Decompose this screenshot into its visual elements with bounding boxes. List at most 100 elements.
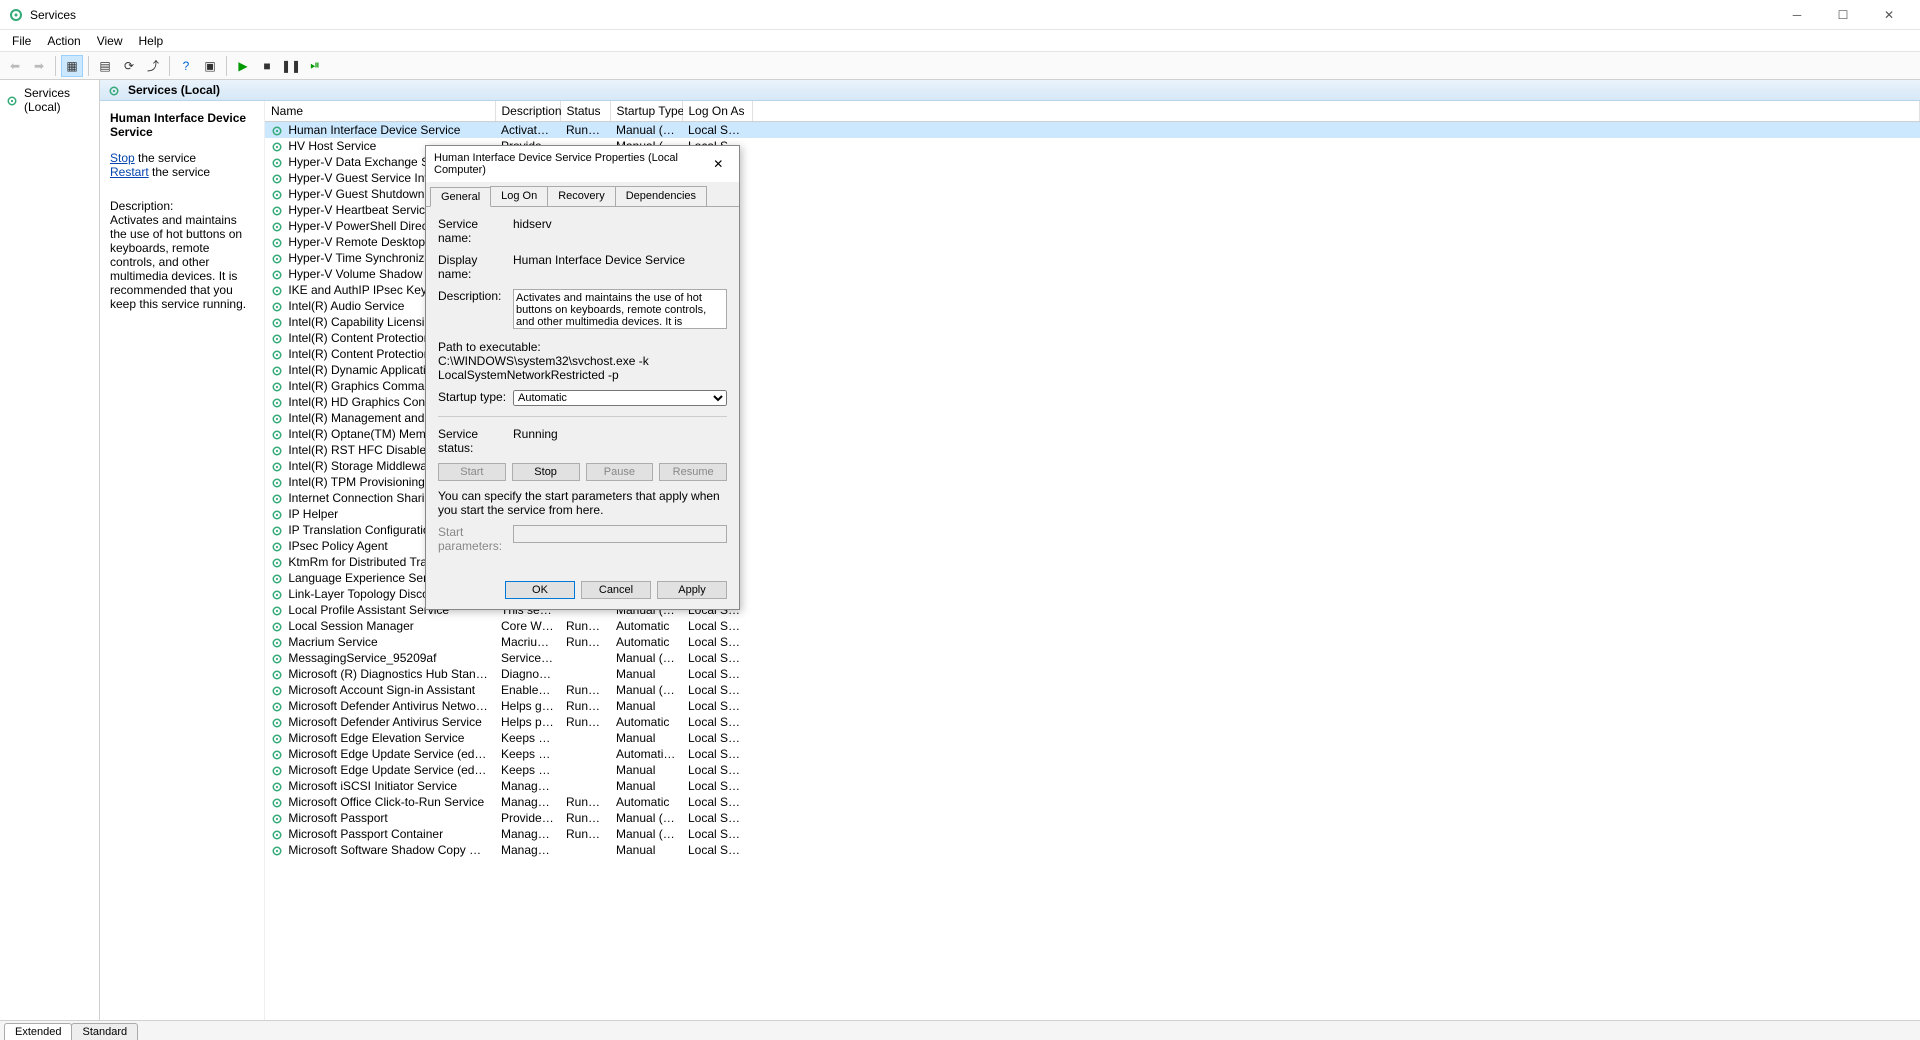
ok-button[interactable]: OK — [505, 581, 575, 599]
gear-icon — [271, 651, 285, 665]
table-row[interactable]: Microsoft Software Shadow Copy ProviderM… — [265, 842, 1920, 858]
menu-file[interactable]: File — [4, 32, 39, 50]
startup-type-label: Startup type: — [438, 390, 513, 404]
cancel-button[interactable]: Cancel — [581, 581, 651, 599]
table-row[interactable]: MessagingService_95209afService sup...Ma… — [265, 650, 1920, 666]
pause-service-button[interactable]: ❚❚ — [280, 55, 302, 77]
startup-type-select[interactable]: Automatic — [513, 390, 727, 406]
tab-extended[interactable]: Extended — [4, 1023, 72, 1040]
col-name[interactable]: Name — [265, 101, 495, 122]
stop-link[interactable]: Stop — [110, 151, 135, 165]
tab-logon[interactable]: Log On — [490, 186, 548, 206]
properties-dialog: Human Interface Device Service Propertie… — [425, 145, 740, 610]
action-button[interactable]: ▣ — [199, 55, 221, 77]
service-name-value: hidserv — [513, 217, 727, 231]
gear-icon — [271, 139, 285, 153]
col-logon[interactable]: Log On As — [682, 101, 752, 122]
col-status[interactable]: Status — [560, 101, 610, 122]
start-service-button[interactable]: ▶ — [232, 55, 254, 77]
gear-icon — [271, 331, 285, 345]
gear-icon — [271, 747, 285, 761]
dialog-title: Human Interface Device Service Propertie… — [434, 152, 706, 176]
tab-general[interactable]: General — [430, 187, 491, 207]
refresh-button[interactable]: ⟳ — [118, 55, 140, 77]
stop-button[interactable]: Stop — [512, 463, 580, 481]
gear-icon — [271, 571, 285, 585]
table-row[interactable]: Microsoft Defender Antivirus Network Ins… — [265, 698, 1920, 714]
gear-icon — [271, 843, 285, 857]
gear-icon — [271, 123, 285, 137]
view-tabs: Extended Standard — [0, 1020, 1920, 1040]
forward-button[interactable]: ➡ — [28, 55, 50, 77]
gear-icon — [271, 219, 285, 233]
gear-icon — [271, 283, 285, 297]
minimize-button[interactable]: ─ — [1774, 0, 1820, 30]
tab-recovery[interactable]: Recovery — [547, 186, 615, 206]
detail-title: Services (Local) — [128, 83, 220, 97]
col-startup[interactable]: Startup Type — [610, 101, 682, 122]
menu-view[interactable]: View — [89, 32, 131, 50]
menu-help[interactable]: Help — [131, 32, 172, 50]
tree-item-label: Services (Local) — [24, 86, 93, 114]
start-button: Start — [438, 463, 506, 481]
pause-button: Pause — [586, 463, 654, 481]
table-row[interactable]: Microsoft Edge Update Service (edgeupdat… — [265, 762, 1920, 778]
gear-icon — [271, 523, 285, 537]
table-row[interactable]: Microsoft Office Click-to-Run ServiceMan… — [265, 794, 1920, 810]
gear-icon — [271, 475, 285, 489]
gear-icon — [271, 507, 285, 521]
table-row[interactable]: Microsoft Passport ContainerManages lo..… — [265, 826, 1920, 842]
restart-link[interactable]: Restart — [110, 165, 149, 179]
start-params-help: You can specify the start parameters tha… — [438, 489, 727, 517]
gear-icon — [271, 443, 285, 457]
gear-icon — [271, 315, 285, 329]
close-button[interactable]: ✕ — [1866, 0, 1912, 30]
table-row[interactable]: Human Interface Device ServiceActivates … — [265, 122, 1920, 139]
gear-icon — [271, 667, 285, 681]
table-row[interactable]: Microsoft Edge Update Service (edgeupdat… — [265, 746, 1920, 762]
table-row[interactable]: Macrium ServiceMacrium Se...RunningAutom… — [265, 634, 1920, 650]
table-row[interactable]: Microsoft Defender Antivirus ServiceHelp… — [265, 714, 1920, 730]
gear-icon — [271, 267, 285, 281]
gear-icon — [271, 779, 285, 793]
maximize-button[interactable]: ☐ — [1820, 0, 1866, 30]
gear-icon — [271, 235, 285, 249]
service-name-label: Service name: — [438, 217, 513, 245]
gear-icon — [271, 459, 285, 473]
gear-icon — [271, 795, 285, 809]
back-button[interactable]: ⬅ — [4, 55, 26, 77]
help-button[interactable]: ? — [175, 55, 197, 77]
description-textarea[interactable]: Activates and maintains the use of hot b… — [513, 289, 727, 329]
table-row[interactable]: Local Session ManagerCore Windo...Runnin… — [265, 618, 1920, 634]
tab-standard[interactable]: Standard — [71, 1023, 138, 1040]
table-row[interactable]: Microsoft PassportProvides pr...RunningM… — [265, 810, 1920, 826]
stop-service-button[interactable]: ■ — [256, 55, 278, 77]
start-params-label: Start parameters: — [438, 525, 513, 553]
apply-button[interactable]: Apply — [657, 581, 727, 599]
export-button[interactable]: ⤴ — [142, 55, 164, 77]
table-row[interactable]: Microsoft iSCSI Initiator ServiceManages… — [265, 778, 1920, 794]
dialog-close-button[interactable]: ✕ — [706, 154, 731, 174]
dialog-titlebar[interactable]: Human Interface Device Service Propertie… — [426, 146, 739, 182]
gear-icon — [271, 187, 285, 201]
table-row[interactable]: Microsoft Account Sign-in AssistantEnabl… — [265, 682, 1920, 698]
restart-service-button[interactable]: ⏯ — [304, 55, 326, 77]
toolbar: ⬅ ➡ ▦ ▤ ⟳ ⤴ ? ▣ ▶ ■ ❚❚ ⏯ — [0, 52, 1920, 80]
gear-icon — [271, 715, 285, 729]
path-value: C:\WINDOWS\system32\svchost.exe -k Local… — [438, 354, 727, 382]
tree-services-local[interactable]: Services (Local) — [2, 84, 97, 116]
table-row[interactable]: Microsoft (R) Diagnostics Hub Standard C… — [265, 666, 1920, 682]
gear-icon — [271, 811, 285, 825]
gear-icon — [271, 299, 285, 313]
selected-service-name: Human Interface Device Service — [110, 111, 254, 139]
table-row[interactable]: Microsoft Edge Elevation ServiceKeeps Mi… — [265, 730, 1920, 746]
gear-icon — [271, 587, 285, 601]
properties-button[interactable]: ▤ — [94, 55, 116, 77]
gear-icon — [6, 93, 20, 107]
tab-dependencies[interactable]: Dependencies — [615, 186, 707, 206]
display-name-value: Human Interface Device Service — [513, 253, 727, 267]
show-hide-tree-button[interactable]: ▦ — [61, 55, 83, 77]
window-title: Services — [30, 8, 76, 22]
menu-action[interactable]: Action — [39, 32, 88, 50]
col-description[interactable]: Description — [495, 101, 560, 122]
